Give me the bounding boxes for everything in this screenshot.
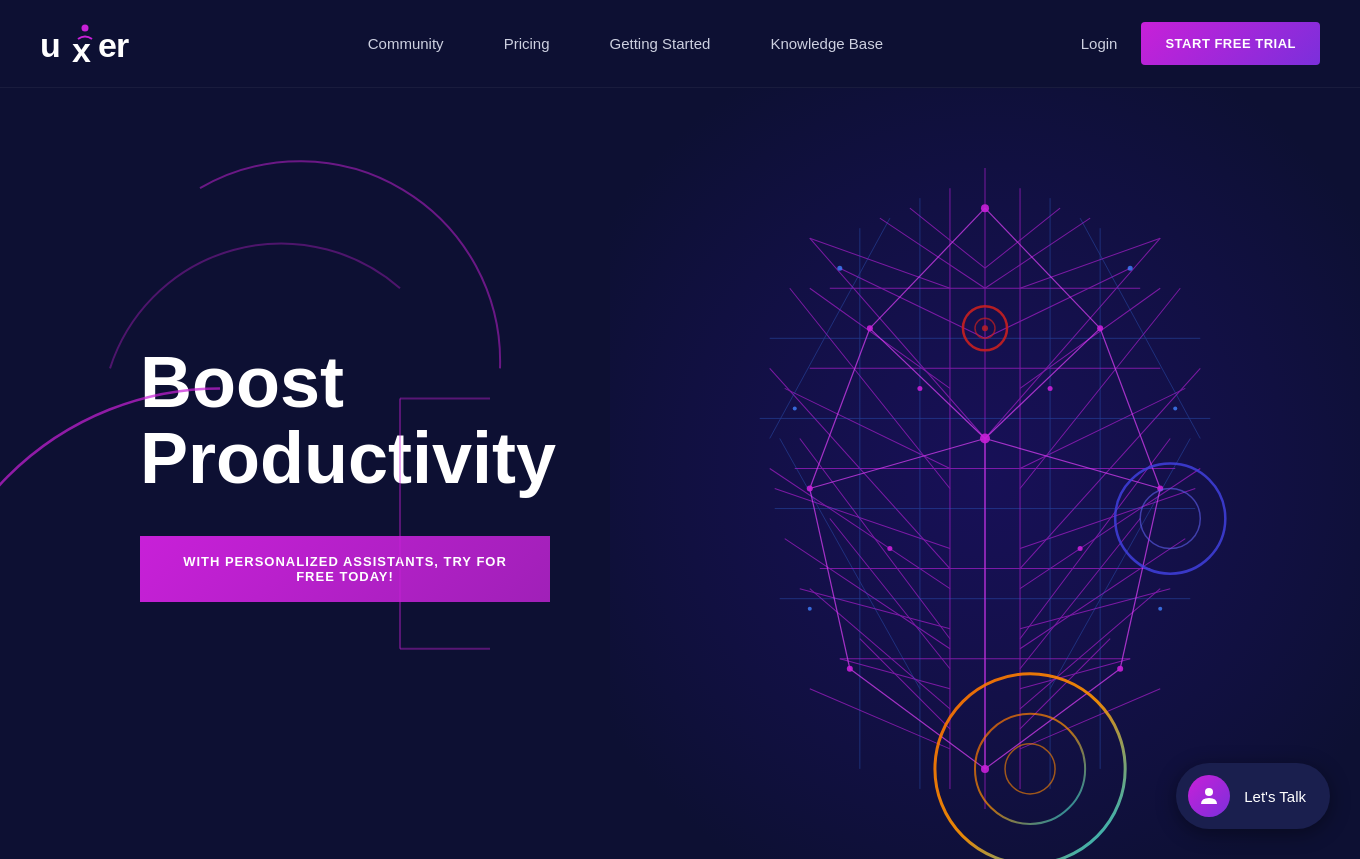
nav-item-pricing[interactable]: Pricing [474,0,580,88]
nav-item-knowledge-base[interactable]: Knowledge Base [740,0,913,88]
svg-point-77 [867,325,873,331]
svg-point-79 [807,486,813,492]
logo-svg: u x er [40,19,170,69]
navbar: u x er Community Pricing Getting Started… [0,0,1360,88]
svg-point-86 [1048,386,1053,391]
svg-point-90 [1128,266,1133,271]
hero-section: Boost Productivity WITH PERSONALIZED ASS… [0,0,1360,859]
hero-left: Boost Productivity WITH PERSONALIZED ASS… [0,88,610,859]
svg-point-87 [887,546,892,551]
svg-point-91 [793,406,797,410]
svg-point-83 [981,765,989,773]
logo[interactable]: u x er [40,19,170,69]
svg-point-97 [982,325,988,331]
svg-point-85 [917,386,922,391]
chat-avatar [1188,775,1230,817]
svg-point-81 [847,666,853,672]
svg-point-92 [1173,406,1177,410]
svg-point-84 [980,433,990,443]
svg-point-94 [1158,607,1162,611]
svg-text:x: x [72,31,91,69]
brain-visualization [610,88,1360,859]
svg-text:er: er [98,26,129,64]
logo-text: u x er [40,19,170,69]
svg-point-82 [1117,666,1123,672]
hero-right [610,88,1360,859]
nav-item-community[interactable]: Community [338,0,474,88]
svg-point-103 [1205,788,1213,796]
nav-item-getting-started[interactable]: Getting Started [579,0,740,88]
chat-widget[interactable]: Let's Talk [1176,763,1330,829]
start-trial-button[interactable]: START FREE TRIAL [1141,22,1320,65]
svg-point-89 [837,266,842,271]
svg-point-93 [808,607,812,611]
nav-links: Community Pricing Getting Started Knowle… [338,0,913,88]
login-link[interactable]: Login [1081,35,1118,52]
hero-cta-button[interactable]: WITH PERSONALIZED ASSISTANTS, TRY FOR FR… [140,536,550,602]
hero-title: Boost Productivity [140,345,550,496]
svg-point-76 [981,204,989,212]
svg-point-78 [1097,325,1103,331]
chat-label: Let's Talk [1244,788,1306,805]
nav-right: Login START FREE TRIAL [1081,22,1320,65]
svg-point-88 [1078,546,1083,551]
svg-text:u: u [40,26,60,64]
